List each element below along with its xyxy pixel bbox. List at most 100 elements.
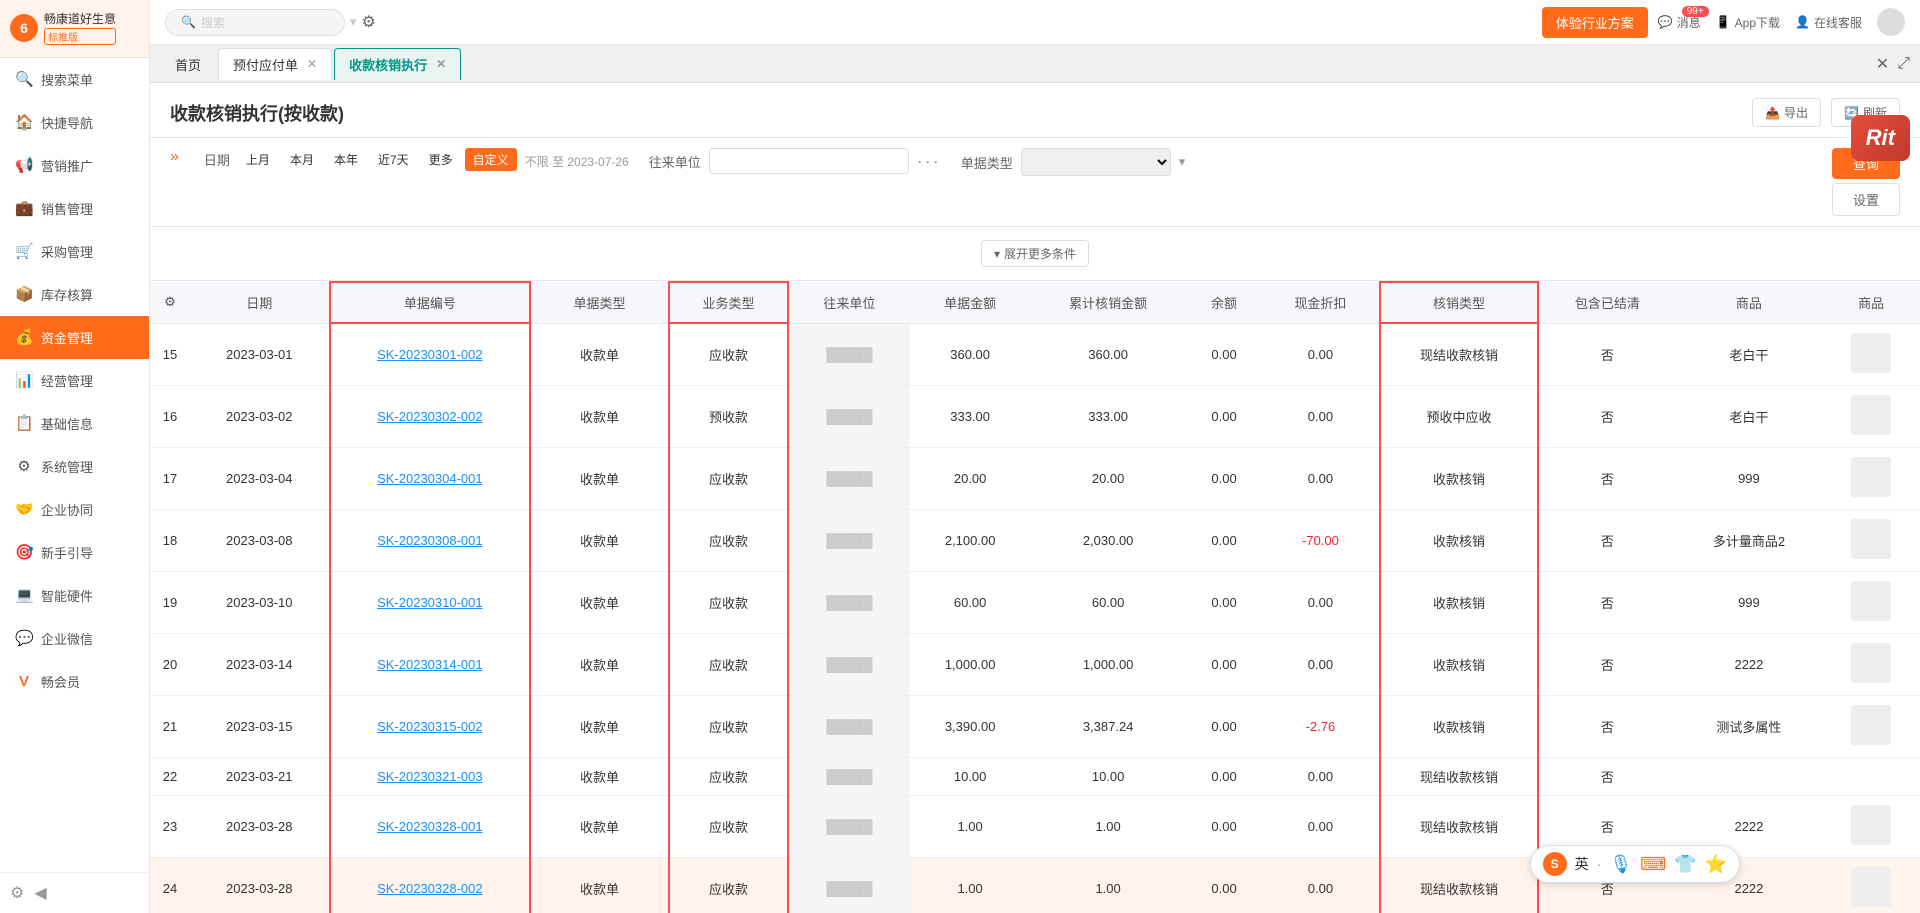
doc-no-link[interactable]: SK-20230315-002 bbox=[377, 719, 483, 734]
sidebar-item-operation[interactable]: 📊 经营管理 bbox=[0, 359, 149, 402]
page-header: 收款核销执行(按收款) 📤 导出 🔄 刷新 bbox=[150, 83, 1920, 138]
sidebar-item-wechat[interactable]: 💬 企业微信 bbox=[0, 617, 149, 660]
th-product1[interactable]: 商品 bbox=[1676, 282, 1823, 323]
gear-icon[interactable]: ⚙ bbox=[362, 12, 376, 32]
date-btn-last-month[interactable]: 上月 bbox=[238, 148, 278, 171]
collapse-icon[interactable]: ◀ bbox=[34, 883, 46, 903]
settings-icon[interactable]: ⚙ bbox=[10, 883, 24, 903]
cell-no: 20 bbox=[150, 633, 190, 695]
sidebar-item-quicknav[interactable]: 🏠 快捷导航 bbox=[0, 101, 149, 144]
cell-biz-type: 应收款 bbox=[669, 795, 788, 857]
th-writeoff[interactable]: 累计核销金额 bbox=[1030, 282, 1186, 323]
star-icon[interactable]: ⭐ bbox=[1705, 854, 1727, 875]
cell-biz-type: 应收款 bbox=[669, 633, 788, 695]
sidebar-item-enterprise[interactable]: 🤝 企业协同 bbox=[0, 488, 149, 531]
online-service-button[interactable]: 👤 在线客服 bbox=[1795, 14, 1862, 31]
close-tab-button[interactable]: ✕ bbox=[1876, 54, 1889, 74]
shirt-icon[interactable]: 👕 bbox=[1674, 854, 1696, 875]
th-settings[interactable]: ⚙ bbox=[150, 282, 190, 323]
user-avatar[interactable] bbox=[1877, 8, 1905, 36]
sidebar-label-sales: 销售管理 bbox=[41, 199, 93, 218]
keyboard-icon[interactable]: ⌨ bbox=[1640, 854, 1666, 875]
expand-more-button[interactable]: ▾ 展开更多条件 bbox=[981, 240, 1089, 267]
sidebar-item-system[interactable]: ⚙ 系统管理 bbox=[0, 445, 149, 488]
th-product2[interactable]: 商品 bbox=[1822, 282, 1920, 323]
settings-button[interactable]: 设置 bbox=[1832, 183, 1900, 216]
search-box[interactable]: 🔍 搜索 bbox=[165, 9, 345, 36]
th-doc-no[interactable]: 单据编号 bbox=[330, 282, 531, 323]
app-download-button[interactable]: 📱 App下载 bbox=[1716, 14, 1780, 31]
cell-product2 bbox=[1822, 509, 1920, 571]
doc-type-select[interactable] bbox=[1021, 148, 1171, 176]
chevron-down-icon[interactable]: ▾ bbox=[350, 14, 357, 30]
th-balance[interactable]: 余额 bbox=[1186, 282, 1262, 323]
cell-product1: 测试多属性 bbox=[1676, 695, 1823, 757]
cell-amount: 1,000.00 bbox=[910, 633, 1030, 695]
tab-collection[interactable]: 收款核销执行 ✕ bbox=[334, 48, 461, 80]
message-icon: 💬 bbox=[1658, 15, 1673, 29]
date-btn-more[interactable]: 更多 bbox=[421, 148, 461, 171]
export-button[interactable]: 📤 导出 bbox=[1752, 98, 1821, 127]
th-date[interactable]: 日期 bbox=[190, 282, 330, 323]
sidebar-item-search[interactable]: 🔍 搜索菜单 bbox=[0, 58, 149, 101]
expand-tab-button[interactable]: ⤢ bbox=[1897, 54, 1910, 74]
tab-prepay[interactable]: 预付应付单 ✕ bbox=[218, 48, 332, 80]
sidebar-label-basic: 基础信息 bbox=[41, 414, 93, 433]
cell-balance: 0.00 bbox=[1186, 571, 1262, 633]
cell-date: 2023-03-15 bbox=[190, 695, 330, 757]
partner-search-input[interactable] bbox=[709, 148, 909, 174]
doc-no-link[interactable]: SK-20230321-003 bbox=[377, 769, 483, 784]
sidebar-label-search: 搜索菜单 bbox=[41, 70, 93, 89]
th-discount[interactable]: 现金折扣 bbox=[1262, 282, 1379, 323]
doc-no-link[interactable]: SK-20230310-001 bbox=[377, 595, 483, 610]
cell-doc-no: SK-20230301-002 bbox=[330, 323, 531, 385]
sidebar-item-marketing[interactable]: 📢 营销推广 bbox=[0, 144, 149, 187]
doc-type-filter-label: 单据类型 bbox=[961, 153, 1013, 172]
cell-no: 15 bbox=[150, 323, 190, 385]
cell-date: 2023-03-28 bbox=[190, 795, 330, 857]
wechat-nav-icon: 💬 bbox=[15, 629, 33, 647]
sidebar-item-hardware[interactable]: 💻 智能硬件 bbox=[0, 574, 149, 617]
app-badge: 标推版 bbox=[44, 28, 116, 45]
sidebar-item-member[interactable]: V 畅会员 bbox=[0, 660, 149, 703]
doc-no-link[interactable]: SK-20230302-002 bbox=[377, 409, 483, 424]
th-doc-type[interactable]: 单据类型 bbox=[530, 282, 669, 323]
date-btn-this-month[interactable]: 本月 bbox=[282, 148, 322, 171]
sidebar-item-sales[interactable]: 💼 销售管理 bbox=[0, 187, 149, 230]
doc-no-link[interactable]: SK-20230308-001 bbox=[377, 533, 483, 548]
date-btn-this-year[interactable]: 本年 bbox=[326, 148, 366, 171]
export-label: 导出 bbox=[1784, 104, 1808, 121]
date-btn-custom[interactable]: 自定义 bbox=[465, 148, 517, 171]
sidebar-item-basic[interactable]: 📋 基础信息 bbox=[0, 402, 149, 445]
doc-no-link[interactable]: SK-20230328-001 bbox=[377, 819, 483, 834]
solution-button[interactable]: 体验行业方案 bbox=[1542, 7, 1648, 38]
sidebar-item-inventory[interactable]: 📦 库存核算 bbox=[0, 273, 149, 316]
doc-no-link[interactable]: SK-20230314-001 bbox=[377, 657, 483, 672]
message-button[interactable]: 💬 消息 99+ bbox=[1658, 14, 1701, 31]
microphone-icon[interactable]: 🎙 bbox=[1609, 854, 1632, 875]
more-options-icon[interactable]: ··· bbox=[917, 151, 941, 172]
th-biz-type[interactable]: 业务类型 bbox=[669, 282, 788, 323]
topbar: 🔍 搜索 ▾ ⚙ 体验行业方案 💬 消息 99+ 📱 App下载 👤 在线客服 bbox=[150, 0, 1920, 45]
tab-home[interactable]: 首页 bbox=[160, 48, 216, 80]
sidebar-item-guide[interactable]: 🎯 新手引导 bbox=[0, 531, 149, 574]
tab-collection-close[interactable]: ✕ bbox=[436, 57, 446, 71]
filter-toggle-icon[interactable]: » bbox=[170, 148, 179, 166]
cell-date: 2023-03-10 bbox=[190, 571, 330, 633]
doc-no-link[interactable]: SK-20230328-002 bbox=[377, 881, 483, 896]
doc-no-link[interactable]: SK-20230301-002 bbox=[377, 347, 483, 362]
th-included[interactable]: 包含已结清 bbox=[1538, 282, 1675, 323]
cell-product1: 老白干 bbox=[1676, 323, 1823, 385]
doc-no-link[interactable]: SK-20230304-001 bbox=[377, 471, 483, 486]
th-writeoff-type[interactable]: 核销类型 bbox=[1380, 282, 1539, 323]
sidebar-item-purchase[interactable]: 🛒 采购管理 bbox=[0, 230, 149, 273]
th-partner[interactable]: 往来单位 bbox=[788, 282, 910, 323]
cell-discount: 0.00 bbox=[1262, 323, 1379, 385]
date-btn-7days[interactable]: 近7天 bbox=[370, 148, 417, 171]
cell-doc-no: SK-20230315-002 bbox=[330, 695, 531, 757]
cell-doc-type: 收款单 bbox=[530, 757, 669, 795]
cell-no: 21 bbox=[150, 695, 190, 757]
sidebar-item-capital[interactable]: 💰 资金管理 bbox=[0, 316, 149, 359]
tab-prepay-close[interactable]: ✕ bbox=[307, 57, 317, 71]
th-amount[interactable]: 单据金额 bbox=[910, 282, 1030, 323]
